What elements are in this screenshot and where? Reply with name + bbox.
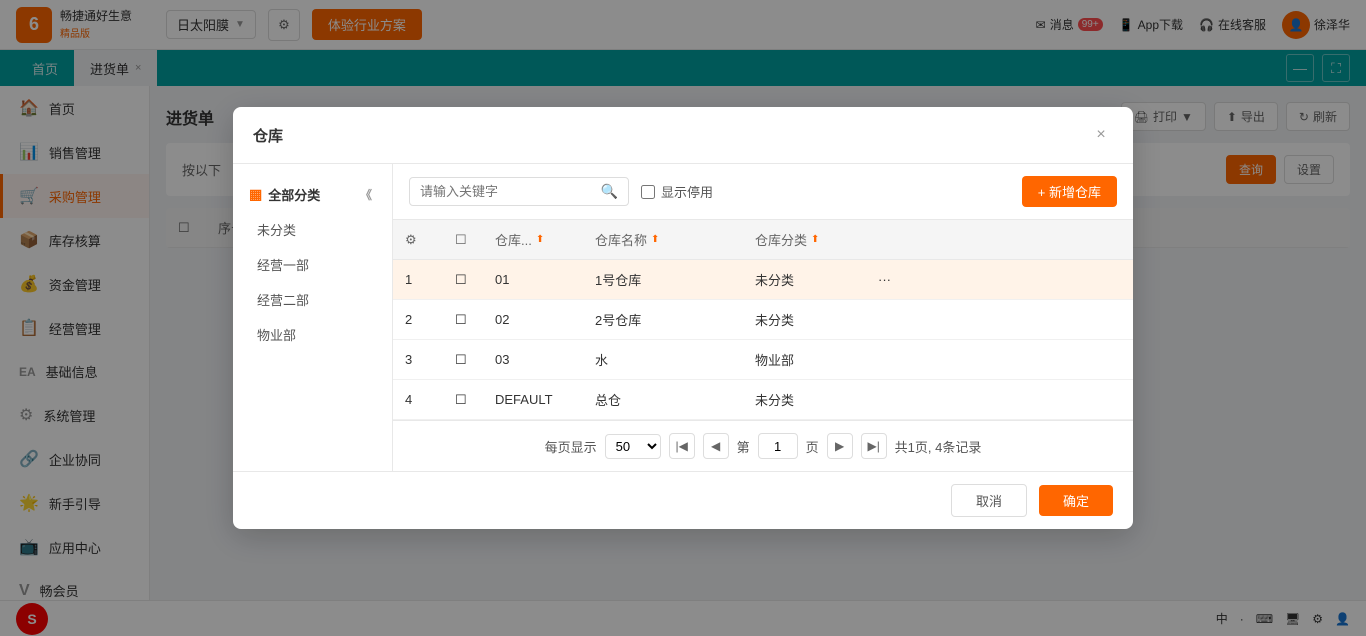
modal-footer: 取消 确定 bbox=[233, 471, 1133, 529]
table-row[interactable]: 1 ☐ 01 1号仓库 未分类 ··· bbox=[393, 260, 1133, 300]
page-prev-button[interactable]: ◀ bbox=[703, 433, 729, 459]
collapse-button[interactable]: 《 bbox=[356, 184, 376, 204]
confirm-button[interactable]: 确定 bbox=[1039, 485, 1113, 516]
cell-row2-code: 02 bbox=[483, 300, 583, 339]
page-next-button[interactable]: ▶ bbox=[827, 433, 853, 459]
table-row[interactable]: 4 ☐ DEFAULT 总仓 未分类 bbox=[393, 380, 1133, 420]
cell-row2-num: 2 bbox=[393, 300, 443, 339]
show-disabled-label: 显示停用 bbox=[661, 182, 713, 201]
modal-sidebar-item-dept1[interactable]: 经营一部 bbox=[233, 247, 392, 282]
row1-dots[interactable]: ··· bbox=[878, 272, 891, 287]
cell-row4-category: 未分类 bbox=[743, 380, 903, 419]
search-input[interactable] bbox=[420, 184, 595, 199]
all-category-label[interactable]: 全部分类 bbox=[268, 185, 320, 204]
table-row[interactable]: 2 ☐ 02 2号仓库 未分类 bbox=[393, 300, 1133, 340]
cell-row4-check[interactable]: ☐ bbox=[443, 380, 483, 419]
page-first-button[interactable]: |◀ bbox=[669, 433, 695, 459]
search-icon: 🔍 bbox=[601, 183, 618, 200]
show-disabled-checkbox[interactable] bbox=[641, 185, 655, 199]
page-unit: 页 bbox=[806, 437, 819, 456]
add-warehouse-button[interactable]: + 新增仓库 bbox=[1022, 176, 1117, 207]
cell-row1-category: 未分类 ··· bbox=[743, 260, 903, 299]
modal-title: 仓库 bbox=[253, 125, 283, 146]
cell-row4-name: 总仓 bbox=[583, 380, 743, 419]
per-page-select[interactable]: 50 100 bbox=[605, 434, 661, 459]
page-text-di: 第 bbox=[737, 437, 750, 456]
modal-sidebar-item-dept2[interactable]: 经营二部 bbox=[233, 282, 392, 317]
pagination: 每页显示 50 100 |◀ ◀ 第 页 ▶ ▶| 共1页, 4条记录 bbox=[393, 420, 1133, 471]
modal-toolbar: 🔍 显示停用 + 新增仓库 bbox=[393, 164, 1133, 220]
cell-row3-name: 水 bbox=[583, 340, 743, 379]
cell-row3-check[interactable]: ☐ bbox=[443, 340, 483, 379]
modal-table-header: ⚙ ☐ 仓库...⬆ 仓库名称⬆ 仓库分类⬆ bbox=[393, 220, 1133, 260]
modal-content: 🔍 显示停用 + 新增仓库 ⚙ ☐ 仓库...⬆ bbox=[393, 164, 1133, 471]
table-row[interactable]: 3 ☐ 03 水 物业部 bbox=[393, 340, 1133, 380]
cell-row2-check[interactable]: ☐ bbox=[443, 300, 483, 339]
cell-row3-num: 3 bbox=[393, 340, 443, 379]
page-input[interactable] bbox=[758, 433, 798, 459]
modal-overlay: 仓库 × ▦ 全部分类 《 未分类 经营一部 经营二部 物业部 bbox=[0, 0, 1366, 636]
cell-row1-num: 1 bbox=[393, 260, 443, 299]
cancel-button[interactable]: 取消 bbox=[951, 484, 1027, 517]
col-header-settings: ⚙ bbox=[393, 220, 443, 259]
modal-table: ⚙ ☐ 仓库...⬆ 仓库名称⬆ 仓库分类⬆ bbox=[393, 220, 1133, 420]
modal-sidebar-item-uncategorized[interactable]: 未分类 bbox=[233, 212, 392, 247]
modal-sidebar: ▦ 全部分类 《 未分类 经营一部 经营二部 物业部 bbox=[233, 164, 393, 471]
page-total-info: 共1页, 4条记录 bbox=[895, 437, 982, 456]
per-page-label: 每页显示 bbox=[545, 437, 597, 456]
grid-icon: ▦ bbox=[249, 186, 262, 203]
modal-sidebar-item-property[interactable]: 物业部 bbox=[233, 317, 392, 352]
search-box[interactable]: 🔍 bbox=[409, 177, 629, 206]
modal-close-button[interactable]: × bbox=[1089, 123, 1113, 147]
col-header-wh-name: 仓库名称⬆ bbox=[583, 220, 743, 259]
cell-row4-num: 4 bbox=[393, 380, 443, 419]
col-header-wh-category: 仓库分类⬆ bbox=[743, 220, 903, 259]
close-icon: × bbox=[1096, 126, 1105, 144]
cell-row1-check[interactable]: ☐ bbox=[443, 260, 483, 299]
modal-body: ▦ 全部分类 《 未分类 经营一部 经营二部 物业部 🔍 bbox=[233, 164, 1133, 471]
col-header-checkbox: ☐ bbox=[443, 220, 483, 259]
col-header-wh-code: 仓库...⬆ bbox=[483, 220, 583, 259]
modal-sidebar-header: ▦ 全部分类 《 bbox=[233, 176, 392, 212]
cell-row4-code: DEFAULT bbox=[483, 380, 583, 419]
cell-row1-code: 01 bbox=[483, 260, 583, 299]
cell-row1-name: 1号仓库 bbox=[583, 260, 743, 299]
show-disabled-area: 显示停用 bbox=[641, 182, 713, 201]
modal-header: 仓库 × bbox=[233, 107, 1133, 164]
warehouse-modal: 仓库 × ▦ 全部分类 《 未分类 经营一部 经营二部 物业部 bbox=[233, 107, 1133, 529]
cell-row2-category: 未分类 bbox=[743, 300, 903, 339]
cell-row3-category: 物业部 bbox=[743, 340, 903, 379]
page-last-button[interactable]: ▶| bbox=[861, 433, 887, 459]
cell-row2-name: 2号仓库 bbox=[583, 300, 743, 339]
cell-row3-code: 03 bbox=[483, 340, 583, 379]
